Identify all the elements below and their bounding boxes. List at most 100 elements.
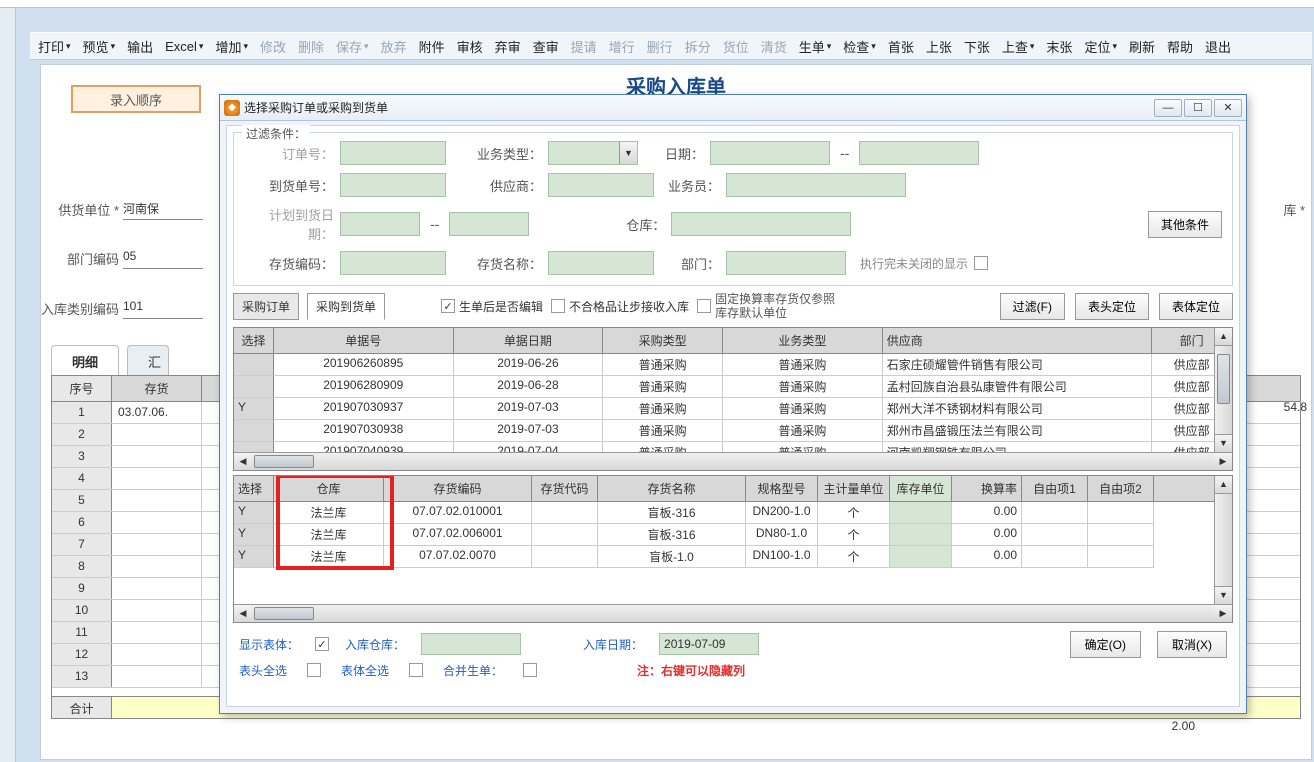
item-row[interactable]: Y法兰库07.07.02.010001盲板-316DN200-1.0个0.00 — [234, 502, 1232, 524]
exec-unclose-checkbox[interactable] — [974, 256, 988, 270]
toolbar-item-22[interactable]: 上张 — [920, 33, 958, 60]
col-main-unit[interactable]: 主计量单位 — [818, 476, 890, 501]
sel-all-head-checkbox[interactable] — [307, 663, 321, 677]
cb-reject-accept[interactable] — [551, 299, 565, 313]
toolbar-item-29[interactable]: 退出 — [1199, 33, 1237, 60]
scroll-left-icon[interactable]: ◀ — [234, 453, 252, 470]
col-inv-code[interactable]: 存货编码 — [384, 476, 532, 501]
toolbar-item-12[interactable]: 查审 — [527, 33, 565, 60]
in-date-input[interactable]: 2019-07-09 — [659, 633, 759, 655]
in-wh-input[interactable] — [421, 633, 521, 655]
biztype-select[interactable]: ▼ — [548, 141, 638, 165]
date-from-input[interactable] — [710, 141, 830, 165]
toolbar-item-15[interactable]: 删行 — [641, 33, 679, 60]
order-no-input[interactable] — [340, 141, 446, 165]
col-btype[interactable]: 业务类型 — [723, 328, 883, 353]
toolbar-item-14[interactable]: 增行 — [603, 33, 641, 60]
minimize-button[interactable]: — — [1154, 99, 1182, 117]
toolbar-item-23[interactable]: 下张 — [958, 33, 996, 60]
warehouse-input[interactable] — [671, 212, 851, 236]
scroll-down-icon[interactable]: ▼ — [1215, 586, 1232, 604]
col-docno[interactable]: 单据号 — [274, 328, 454, 353]
intype-code-input[interactable]: 101 — [123, 299, 203, 319]
scroll-thumb-h[interactable] — [254, 455, 314, 468]
toolbar-item-0[interactable]: 打印▾ — [32, 33, 77, 60]
toolbar-item-8[interactable]: 放弃 — [375, 33, 413, 60]
toolbar-item-21[interactable]: 首张 — [882, 33, 920, 60]
entry-order-box[interactable]: 录入顺序 — [71, 85, 201, 113]
cb-fixed-rate[interactable] — [697, 299, 711, 313]
plan-date-from[interactable] — [340, 212, 420, 236]
filter-button[interactable]: 过滤(F) — [1000, 293, 1065, 320]
col-docdate[interactable]: 单据日期 — [454, 328, 604, 353]
other-cond-button[interactable]: 其他条件 — [1148, 211, 1222, 238]
toolbar-item-1[interactable]: 预览▾ — [77, 33, 122, 60]
sel-all-body-checkbox[interactable] — [409, 663, 423, 677]
plan-date-to[interactable] — [449, 212, 529, 236]
body-pos-button[interactable]: 表体定位 — [1159, 293, 1233, 320]
toolbar-item-6[interactable]: 删除 — [292, 33, 330, 60]
order-row[interactable]: 2019062608952019-06-26普通采购普通采购石家庄硕耀管件销售有… — [234, 354, 1232, 376]
toolbar-item-24[interactable]: 上查▾ — [996, 33, 1041, 60]
toolbar-item-4[interactable]: 增加▾ — [209, 33, 254, 60]
scroll-left-icon[interactable]: ◀ — [234, 605, 252, 622]
dept-input[interactable] — [726, 251, 846, 275]
close-button[interactable]: ✕ — [1214, 99, 1242, 117]
scroll-right-icon[interactable]: ▶ — [1214, 605, 1232, 622]
toolbar-item-11[interactable]: 弃审 — [489, 33, 527, 60]
show-body-checkbox[interactable]: ✓ — [315, 637, 329, 651]
toolbar-item-7[interactable]: 保存▾ — [330, 33, 375, 60]
col-free1[interactable]: 自由项1 — [1022, 476, 1088, 501]
col-warehouse[interactable]: 仓库 — [274, 476, 384, 501]
tab-purchase-order[interactable]: 采购订单 — [233, 293, 299, 320]
supplier-input[interactable]: 河南保 — [123, 200, 203, 220]
supplier-input[interactable] — [548, 173, 654, 197]
salesman-input[interactable] — [726, 173, 906, 197]
inv-code-input[interactable] — [340, 251, 446, 275]
cb-edit-after[interactable]: ✓ — [441, 299, 455, 313]
toolbar-item-17[interactable]: 货位 — [717, 33, 755, 60]
dialog-titlebar[interactable]: ◆ 选择采购订单或采购到货单 — ☐ ✕ — [220, 95, 1246, 121]
scroll-down-icon[interactable]: ▼ — [1215, 434, 1232, 452]
scroll-thumb-h[interactable] — [254, 607, 314, 620]
head-pos-button[interactable]: 表头定位 — [1075, 293, 1149, 320]
col-inv-name[interactable]: 存货名称 — [598, 476, 746, 501]
items-scrollbar-v[interactable]: ▲ ▼ — [1214, 476, 1232, 604]
scroll-up-icon[interactable]: ▲ — [1215, 328, 1232, 346]
order-row[interactable]: 2019070309382019-07-03普通采购普通采购郑州市昌盛锻压法兰有… — [234, 420, 1232, 442]
orders-scrollbar-v[interactable]: ▲ ▼ — [1214, 328, 1232, 452]
toolbar-item-19[interactable]: 生单▾ — [793, 33, 838, 60]
ok-button[interactable]: 确定(O) — [1070, 631, 1141, 658]
item-row[interactable]: Y法兰库07.07.02.006001盲板-316DN80-1.0个0.00 — [234, 524, 1232, 546]
col-rate[interactable]: 换算率 — [952, 476, 1022, 501]
toolbar-item-20[interactable]: 检查▾ — [837, 33, 882, 60]
tab-arrival-order[interactable]: 采购到货单 — [307, 293, 385, 320]
inv-name-input[interactable] — [548, 251, 654, 275]
toolbar-item-16[interactable]: 拆分 — [679, 33, 717, 60]
merge-gen-checkbox[interactable] — [523, 663, 537, 677]
toolbar-item-3[interactable]: Excel▾ — [159, 35, 209, 58]
date-to-input[interactable] — [859, 141, 979, 165]
scroll-up-icon[interactable]: ▲ — [1215, 476, 1232, 494]
toolbar-item-27[interactable]: 刷新 — [1123, 33, 1161, 60]
items-scrollbar-h[interactable]: ◀ ▶ — [234, 604, 1232, 622]
toolbar-item-18[interactable]: 清货 — [755, 33, 793, 60]
order-row[interactable]: Y2019070309372019-07-03普通采购普通采购郑州大洋不锈钢材料… — [234, 398, 1232, 420]
col-inv-codealt[interactable]: 存货代码 — [532, 476, 598, 501]
dept-code-input[interactable]: 05 — [123, 249, 203, 269]
order-row[interactable]: 2019062809092019-06-28普通采购普通采购孟村回族自治县弘康管… — [234, 376, 1232, 398]
col-stock-unit[interactable]: 库存单位 — [890, 476, 952, 501]
col-select2[interactable]: 选择 — [234, 476, 274, 501]
toolbar-item-5[interactable]: 修改 — [254, 33, 292, 60]
scroll-right-icon[interactable]: ▶ — [1214, 453, 1232, 470]
arrive-no-input[interactable] — [340, 173, 446, 197]
col-supplier[interactable]: 供应商 — [883, 328, 1152, 353]
col-seq[interactable]: 序号 — [52, 376, 112, 401]
col-inventory[interactable]: 存货 — [112, 376, 202, 401]
toolbar-item-28[interactable]: 帮助 — [1161, 33, 1199, 60]
cancel-button[interactable]: 取消(X) — [1157, 631, 1227, 658]
col-free2[interactable]: 自由项2 — [1088, 476, 1154, 501]
toolbar-item-26[interactable]: 定位▾ — [1078, 33, 1123, 60]
item-row[interactable]: Y法兰库07.07.02.0070盲板-1.0DN100-1.0个0.00 — [234, 546, 1232, 568]
toolbar-item-10[interactable]: 审核 — [451, 33, 489, 60]
